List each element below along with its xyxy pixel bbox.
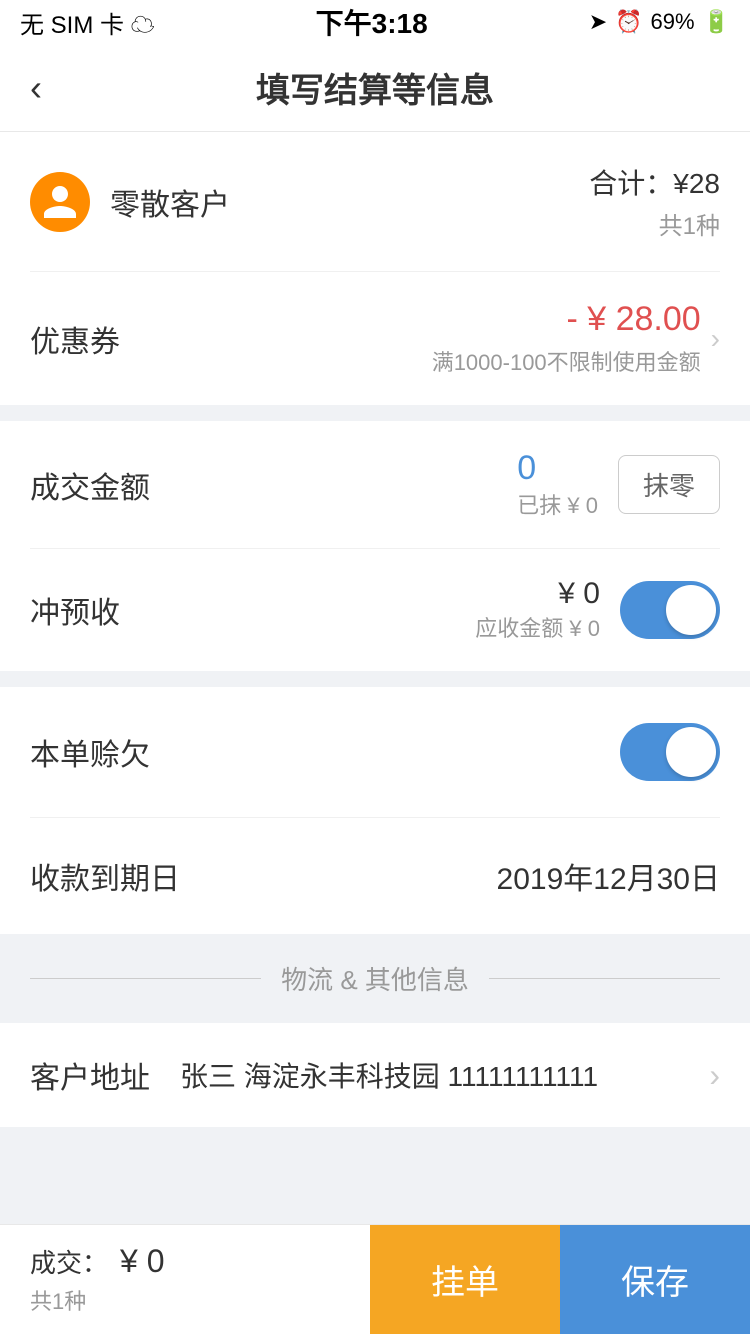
total-amount: 合计：¥28 [589, 162, 720, 202]
status-time: 下午3:18 [316, 2, 428, 42]
coupon-chevron-icon: › [711, 323, 720, 355]
address-value: 张三 海淀永丰科技园 11111111111 [180, 1055, 709, 1095]
bottom-bar: 成交： ¥ 0 共1种 挂单 保存 [0, 1224, 750, 1334]
prepay-amount: ¥ 0 [475, 577, 600, 611]
battery-icon: 🔋 [703, 9, 730, 35]
sim-status: 无 SIM 卡 ☁ [20, 5, 155, 40]
coupon-label: 优惠券 [30, 317, 120, 361]
prepay-right: ¥ 0 应收金额 ¥ 0 [475, 577, 720, 643]
transaction-right: 0 已抹 ¥ 0 抹零 [517, 449, 720, 520]
customer-left: 零散客户 [30, 172, 230, 232]
debit-row: 本单赊欠 [30, 687, 720, 818]
bottom-transaction: 成交： ¥ 0 [30, 1243, 340, 1280]
bottom-trans-label: 成交： [30, 1243, 108, 1280]
transaction-row: 成交金额 0 已抹 ¥ 0 抹零 [30, 421, 720, 549]
due-date-label: 收款到期日 [30, 854, 180, 898]
coupon-amount: - ¥ 28.00 [432, 300, 701, 339]
coupon-right: - ¥ 28.00 满1000-100不限制使用金额 › [432, 300, 720, 377]
debit-toggle[interactable] [620, 723, 720, 781]
prepay-right-content: ¥ 0 应收金额 ¥ 0 [475, 577, 600, 643]
hold-button[interactable]: 挂单 [370, 1225, 560, 1334]
prepay-row: 冲预收 ¥ 0 应收金额 ¥ 0 [30, 549, 720, 671]
transaction-value: 0 [517, 449, 598, 488]
divider-left [30, 978, 261, 979]
prepay-sub: 应收金额 ¥ 0 [475, 611, 600, 643]
prepay-label: 冲预收 [30, 588, 120, 632]
coupon-right-content: - ¥ 28.00 满1000-100不限制使用金额 [432, 300, 701, 377]
alarm-icon: ⏰ [615, 9, 642, 35]
coupon-desc: 满1000-100不限制使用金额 [432, 345, 701, 377]
status-left: 无 SIM 卡 ☁ [20, 5, 155, 40]
address-label: 客户地址 [30, 1053, 150, 1097]
prepay-toggle[interactable] [620, 581, 720, 639]
due-date-value: 2019年12月30日 [497, 854, 720, 898]
content-area: 零散客户 合计：¥28 共1种 优惠券 - ¥ 28.00 满1000-100不… [0, 132, 750, 1263]
due-date-row: 收款到期日 2019年12月30日 [30, 818, 720, 934]
save-button[interactable]: 保存 [560, 1225, 750, 1334]
logistics-label: 物流 & 其他信息 [281, 960, 469, 997]
location-icon: ➤ [589, 9, 607, 35]
transaction-sub: 已抹 ¥ 0 [517, 488, 598, 520]
customer-avatar [30, 172, 90, 232]
avatar-icon [40, 182, 80, 222]
page-title: 填写结算等信息 [256, 63, 494, 112]
address-section: 客户地址 张三 海淀永丰科技园 11111111111 › [0, 1023, 750, 1127]
customer-section: 零散客户 合计：¥28 共1种 优惠券 - ¥ 28.00 满1000-100不… [0, 132, 750, 405]
debit-label: 本单赊欠 [30, 730, 150, 774]
back-button[interactable]: ‹ [30, 67, 42, 109]
customer-name: 零散客户 [110, 180, 230, 224]
bottom-info: 成交： ¥ 0 共1种 [0, 1225, 370, 1334]
address-row[interactable]: 客户地址 张三 海淀永丰科技园 11111111111 › [0, 1023, 750, 1127]
transaction-label: 成交金额 [30, 463, 150, 507]
logistics-divider: 物流 & 其他信息 [0, 950, 750, 1007]
battery-level: 69% [651, 9, 695, 35]
coupon-row[interactable]: 优惠券 - ¥ 28.00 满1000-100不限制使用金额 › [0, 272, 750, 405]
debit-section: 本单赊欠 收款到期日 2019年12月30日 [0, 687, 750, 934]
status-right: ➤ ⏰ 69% 🔋 [589, 9, 730, 35]
status-bar: 无 SIM 卡 ☁ 下午3:18 ➤ ⏰ 69% 🔋 [0, 0, 750, 44]
divider-right [489, 978, 720, 979]
nav-bar: ‹ 填写结算等信息 [0, 44, 750, 132]
address-chevron-icon: › [709, 1057, 720, 1094]
total-count: 共1种 [589, 206, 720, 241]
round-button[interactable]: 抹零 [618, 455, 720, 514]
transaction-right-content: 0 已抹 ¥ 0 [517, 449, 598, 520]
bottom-count: 共1种 [30, 1284, 340, 1316]
customer-row: 零散客户 合计：¥28 共1种 [0, 132, 750, 271]
transaction-section: 成交金额 0 已抹 ¥ 0 抹零 冲预收 ¥ 0 应收金额 ¥ 0 [0, 421, 750, 671]
bottom-trans-amount: ¥ 0 [120, 1243, 164, 1280]
customer-right: 合计：¥28 共1种 [589, 162, 720, 241]
